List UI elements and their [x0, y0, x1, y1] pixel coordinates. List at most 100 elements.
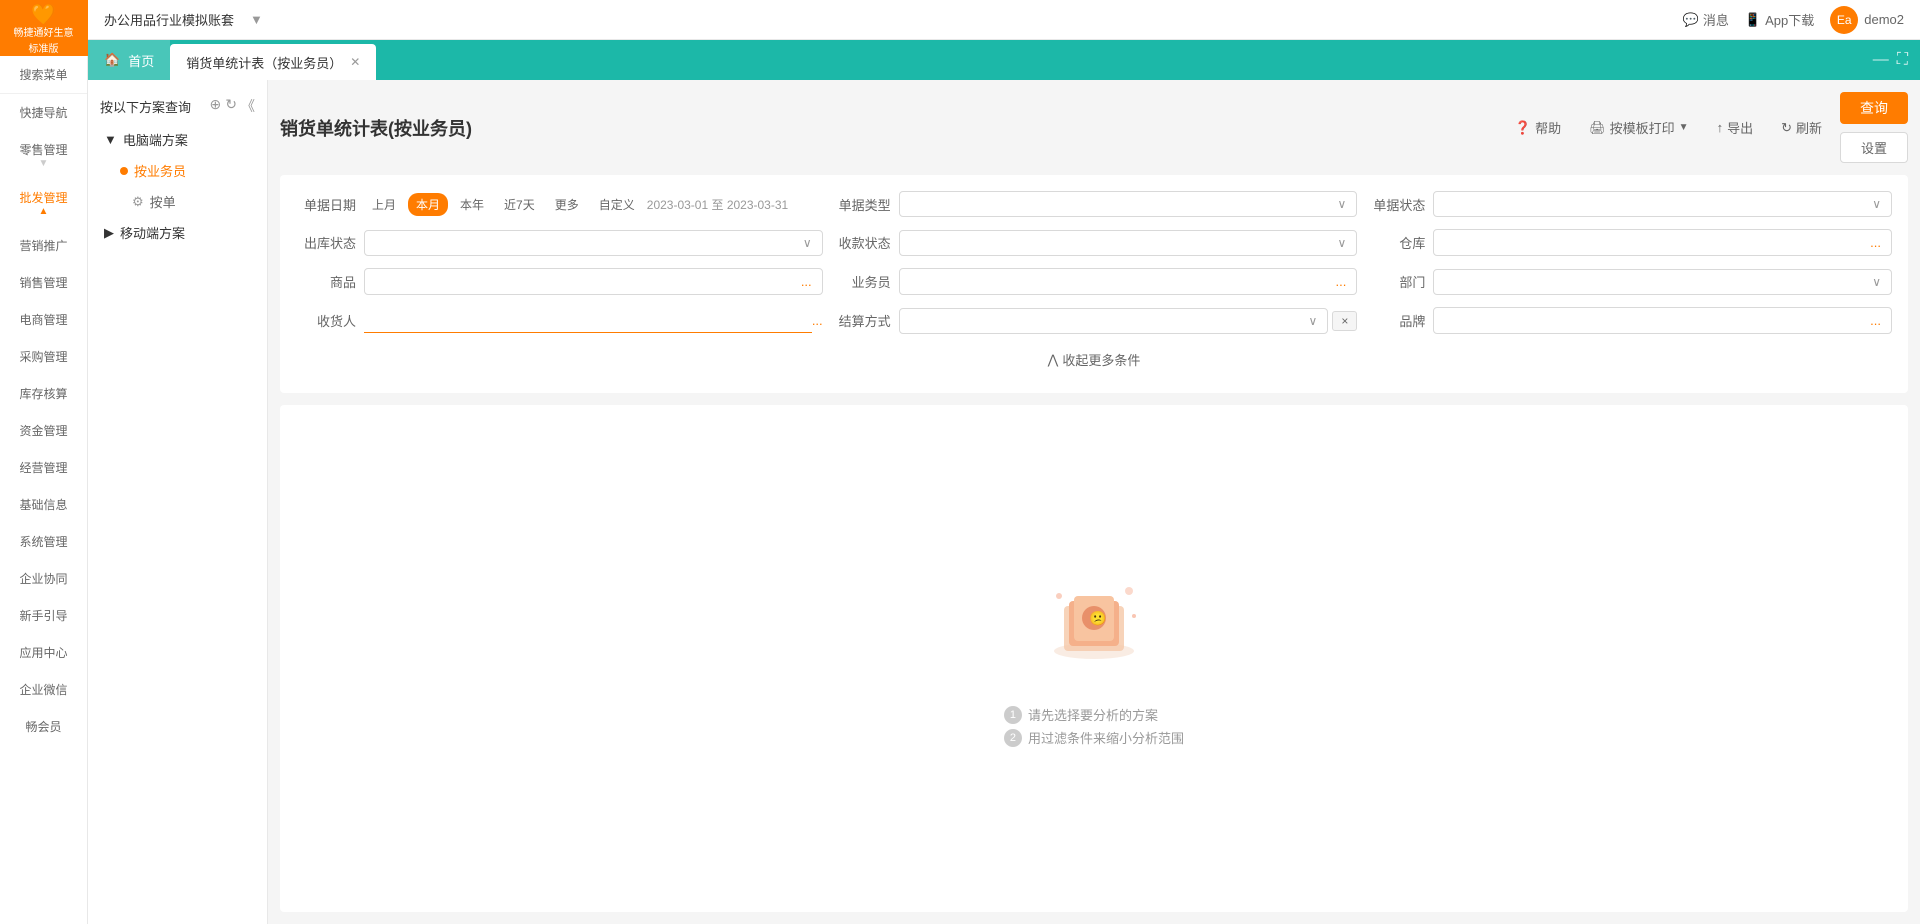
collapse-bar[interactable]: ⋀ 收起更多条件 [296, 342, 1892, 377]
add-scheme-icon[interactable]: ⊕ [210, 96, 222, 116]
date-range-display: 2023-03-01 至 2023-03-31 [647, 196, 788, 213]
date-this-month[interactable]: 本月 [408, 193, 448, 216]
minimize-icon[interactable]: — [1873, 51, 1889, 69]
sidebar-item-operations[interactable]: 经营管理 [0, 449, 87, 486]
brand-label: 品牌 [1365, 311, 1425, 330]
date-7days[interactable]: 近7天 [496, 193, 543, 216]
tree-by-order[interactable]: ⚙ 按单 [88, 186, 267, 217]
maximize-icon[interactable]: ⛶ [1897, 51, 1908, 69]
brand-select[interactable]: ... [1433, 307, 1892, 334]
date-field: 上月 本月 本年 近7天 更多 自定义 2023-03-01 至 2023-03… [364, 193, 823, 216]
sidebar-item-inventory[interactable]: 库存核算 [0, 375, 87, 412]
out-status-label: 出库状态 [296, 233, 356, 252]
main-area: 办公用品行业模拟账套 ▼ 💬 消息 📱 App下载 Ea demo2 🏠 首页 … [88, 0, 1920, 924]
department-label: 部门 [1365, 272, 1425, 291]
receiver-input[interactable] [364, 309, 812, 333]
warehouse-label: 仓库 [1365, 233, 1425, 252]
refresh-icon: ↻ [1781, 120, 1792, 136]
date-last-month[interactable]: 上月 [364, 193, 404, 216]
sidebar-item-enterprise[interactable]: 企业协同 [0, 560, 87, 597]
collapse-panel-icon[interactable]: 《 [241, 96, 255, 116]
tree-desktop[interactable]: ▼ 电脑端方案 [88, 124, 267, 155]
left-panel: 按以下方案查询 ⊕ ↻ 《 ▼ 电脑端方案 按业务员 ⚙ 按单 [88, 80, 268, 924]
chevron-down-icon: ∨ [1338, 197, 1347, 211]
doc-type-label: 单据类型 [831, 195, 891, 214]
refresh-scheme-icon[interactable]: ↻ [225, 96, 237, 116]
help-icon: ❓ [1515, 120, 1531, 136]
date-label: 单据日期 [296, 195, 356, 214]
user-avatar-area[interactable]: Ea demo2 [1830, 6, 1904, 34]
sidebar-item-member[interactable]: 畅会员 [0, 708, 87, 745]
sidebar-item-retail[interactable]: 零售管理 ▼ [0, 131, 87, 179]
print-icon: 🖨 [1589, 120, 1606, 136]
sidebar-item-finance[interactable]: 资金管理 [0, 412, 87, 449]
arrow-icon: ▼ [104, 132, 117, 147]
hint1-num: 1 [1004, 706, 1022, 724]
sidebar-item-quick-nav[interactable]: 零售管理 快捷导航 [0, 94, 87, 131]
date-this-year[interactable]: 本年 [452, 193, 492, 216]
refresh-button[interactable]: ↻ 刷新 [1771, 114, 1832, 141]
mobile-icon: 📱 [1745, 12, 1761, 28]
empty-state: 😕 1 请先选择要分析的方案 2 用过滤条件来缩小分析范围 [280, 405, 1908, 912]
avatar: Ea [1830, 6, 1858, 34]
settlement-clear-tag[interactable]: × [1332, 311, 1357, 331]
app-sub: 标准版 [29, 40, 59, 55]
salesperson-select[interactable]: ... [899, 268, 1358, 295]
tab-close-icon[interactable]: ✕ [350, 55, 360, 69]
app-download-link[interactable]: 📱 App下载 [1745, 10, 1814, 29]
message-icon: 💬 [1683, 12, 1699, 28]
doc-status-select[interactable]: ∨ [1433, 191, 1892, 217]
tree-mobile[interactable]: ▶ 移动端方案 [88, 217, 267, 248]
sidebar-item-system[interactable]: 系统管理 [0, 523, 87, 560]
date-custom[interactable]: 自定义 [591, 193, 643, 216]
filter-card: 单据日期 上月 本月 本年 近7天 更多 自定义 2023-03-01 至 20… [280, 175, 1908, 393]
chevron-down-icon3: ∨ [803, 236, 812, 250]
topbar-title: 办公用品行业模拟账套 [104, 10, 234, 29]
sidebar-item-wholesale[interactable]: 批发管理 ▲ [0, 179, 87, 227]
sidebar-item-ecommerce[interactable]: 电商管理 [0, 301, 87, 338]
search-menu[interactable]: 搜索菜单 [0, 56, 87, 94]
message-link[interactable]: 💬 消息 [1683, 10, 1729, 29]
sidebar-item-wechat[interactable]: 企业微信 [0, 671, 87, 708]
receiver-more-icon[interactable]: ... [812, 313, 823, 328]
chevron-down-icon4: ∨ [1338, 236, 1347, 250]
doc-type-select[interactable]: ∨ [899, 191, 1358, 217]
sidebar-item-sales[interactable]: 销售管理 [0, 264, 87, 301]
settings-button[interactable]: 设置 [1840, 132, 1908, 163]
department-select[interactable]: ∨ [1433, 269, 1892, 295]
export-icon: ↑ [1717, 120, 1724, 135]
payment-status-select[interactable]: ∨ [899, 230, 1358, 256]
topbar: 办公用品行业模拟账套 ▼ 💬 消息 📱 App下载 Ea demo2 [88, 0, 1920, 40]
warehouse-select[interactable]: ... [1433, 229, 1892, 256]
out-status-select[interactable]: ∨ [364, 230, 823, 256]
more-icon4: ... [1870, 313, 1881, 328]
left-panel-header: 按以下方案查询 ⊕ ↻ 《 [88, 88, 267, 124]
content-area: 按以下方案查询 ⊕ ↻ 《 ▼ 电脑端方案 按业务员 ⚙ 按单 [88, 80, 1920, 924]
home-icon: 🏠 [104, 52, 120, 68]
right-panel: 销货单统计表(按业务员) ❓ 帮助 🖨 按模板打印 ▼ ↑ 导出 [268, 80, 1920, 924]
print-dropdown-icon: ▼ [1679, 122, 1689, 133]
app-logo: 🧡 畅捷通好生意 标准版 [0, 0, 88, 56]
help-button[interactable]: ❓ 帮助 [1505, 114, 1571, 141]
print-button[interactable]: 🖨 按模板打印 ▼ [1579, 114, 1698, 141]
logo-icon: 🧡 [31, 2, 56, 27]
sidebar-item-newbie[interactable]: 新手引导 [0, 597, 87, 634]
query-button[interactable]: 查询 [1840, 92, 1908, 124]
gear-icon: ⚙ [132, 194, 144, 210]
app-name: 畅捷通好生意 [14, 27, 74, 40]
window-controls: — ⛶ [1873, 51, 1920, 69]
sidebar-item-marketing[interactable]: 营销推广 [0, 227, 87, 264]
export-button[interactable]: ↑ 导出 [1707, 114, 1764, 141]
sidebar-item-apps[interactable]: 应用中心 [0, 634, 87, 671]
topbar-right: 💬 消息 📱 App下载 Ea demo2 [1683, 6, 1904, 34]
tabbar: 🏠 首页 销货单统计表（按业务员） ✕ — ⛶ [88, 40, 1920, 80]
tab-home[interactable]: 🏠 首页 [88, 40, 170, 80]
tab-sales-stat[interactable]: 销货单统计表（按业务员） ✕ [170, 44, 376, 80]
product-select[interactable]: ... [364, 268, 823, 295]
settlement-select[interactable]: ∨ [899, 308, 1329, 334]
sidebar-item-basic[interactable]: 基础信息 [0, 486, 87, 523]
tree-by-salesperson[interactable]: 按业务员 [88, 155, 267, 186]
date-more[interactable]: 更多 [547, 193, 587, 216]
topbar-dropdown-icon[interactable]: ▼ [250, 12, 263, 27]
sidebar-item-purchase[interactable]: 采购管理 [0, 338, 87, 375]
